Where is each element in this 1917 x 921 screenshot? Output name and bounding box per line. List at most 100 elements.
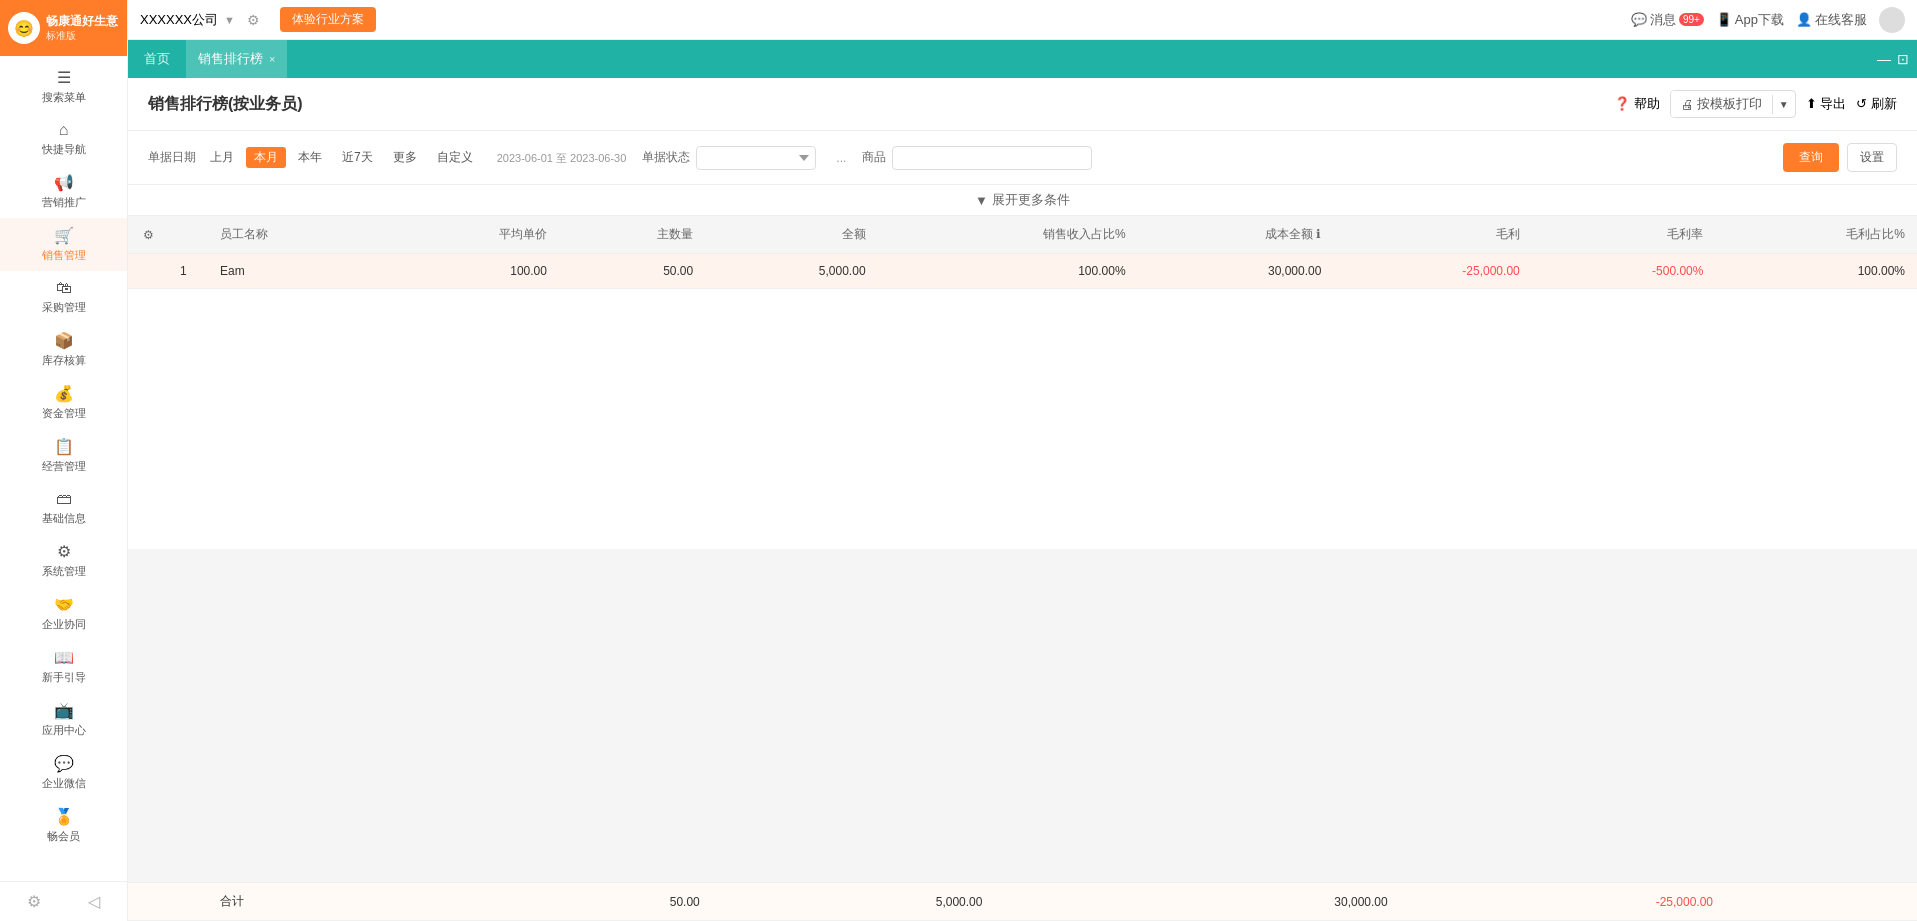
date-tab-7days[interactable]: 近7天 (334, 147, 381, 168)
footer-gross-rate (1725, 883, 1821, 921)
refresh-icon: ↺ (1856, 96, 1867, 111)
logo-text: 畅康通好生意 标准版 (46, 14, 118, 43)
col-settings[interactable]: ⚙ (128, 216, 168, 254)
footer-quantity: 50.00 (496, 883, 712, 921)
sidebar-item-quick-nav[interactable]: ⌂ 快捷导航 (0, 113, 127, 165)
gear-icon[interactable]: ⚙ (247, 12, 260, 28)
sidebar-item-label: 新手引导 (42, 670, 86, 685)
app-label: App下载 (1735, 11, 1784, 29)
data-table: ⚙ 员工名称 平均单价 主数量 全额 销售收入占比% 成本全额 ℹ 毛利 毛利率… (128, 216, 1917, 289)
status-select[interactable] (696, 146, 816, 170)
tab-label: 销售排行榜 (198, 50, 263, 68)
col-name: 员工名称 (208, 216, 383, 254)
sidebar-settings-icon[interactable]: ⚙ (27, 892, 41, 911)
print-button[interactable]: 🖨 按模板打印 (1671, 91, 1772, 117)
footer-amount: 5,000.00 (712, 883, 995, 921)
date-tab-more[interactable]: 更多 (385, 147, 425, 168)
sidebar-item-system[interactable]: ⚙ 系统管理 (0, 534, 127, 587)
cell-sales-pct: 100.00% (878, 254, 1138, 289)
tab-maximize-icon[interactable]: ⊡ (1897, 51, 1909, 67)
message-icon: 💬 (1631, 12, 1647, 27)
message-button[interactable]: 💬 消息 99+ (1631, 11, 1704, 29)
guide-icon: 📖 (54, 648, 74, 667)
sidebar-item-member[interactable]: 🏅 畅会员 (0, 799, 127, 852)
sidebar-item-label: 畅会员 (47, 829, 80, 844)
more-conditions-btn[interactable]: ... (836, 151, 846, 165)
footer-gross-pct (1821, 883, 1917, 921)
export-icon: ⬆ (1806, 96, 1817, 111)
app-download-button[interactable]: 📱 App下载 (1716, 11, 1784, 29)
page-title-row: 销售排行榜(按业务员) ❓ 帮助 🖨 按模板打印 ▼ ⬆ (148, 90, 1897, 118)
service-icon: 👤 (1796, 12, 1812, 27)
settings-button[interactable]: 设置 (1847, 143, 1897, 172)
sidebar-item-label: 经营管理 (42, 459, 86, 474)
service-label: 在线客服 (1815, 11, 1867, 29)
table-row: 1 Eam 100.00 50.00 5,000.00 100.00% 30,0… (128, 254, 1917, 289)
table-section: ⚙ 员工名称 平均单价 主数量 全额 销售收入占比% 成本全额 ℹ 毛利 毛利率… (128, 216, 1917, 549)
help-button[interactable]: ❓ 帮助 (1614, 95, 1660, 113)
tab-close-icon[interactable]: × (269, 53, 275, 65)
col-rank (168, 216, 208, 254)
sidebar-item-purchase[interactable]: 🛍 采购管理 (0, 271, 127, 323)
footer-cell-empty2 (168, 883, 208, 921)
user-avatar[interactable] (1879, 7, 1905, 33)
company-selector[interactable]: XXXXXX公司 ▼ (140, 11, 235, 29)
filter-row-1: 单据日期 上月 本月 本年 近7天 更多 自定义 2023-06-01 至 20… (148, 143, 1897, 172)
sidebar-item-basic-info[interactable]: 🗃 基础信息 (0, 482, 127, 534)
sidebar-item-wechat[interactable]: 💬 企业微信 (0, 746, 127, 799)
sidebar-item-marketing[interactable]: 📢 营销推广 (0, 165, 127, 218)
company-name: XXXXXX公司 (140, 11, 218, 29)
sidebar-footer: ⚙ ◁ (0, 881, 127, 921)
sidebar-item-label: 应用中心 (42, 723, 86, 738)
col-quantity: 主数量 (559, 216, 705, 254)
wechat-icon: 💬 (54, 754, 74, 773)
sidebar-item-sales[interactable]: 🛒 销售管理 (0, 218, 127, 271)
page-action-bar: ❓ 帮助 🖨 按模板打印 ▼ ⬆ 导出 (1614, 90, 1897, 118)
print-dropdown-arrow[interactable]: ▼ (1772, 95, 1795, 114)
sidebar-item-operations[interactable]: 📋 经营管理 (0, 429, 127, 482)
export-label: 导出 (1820, 96, 1846, 111)
tab-home[interactable]: 首页 (128, 40, 186, 78)
enterprise-icon: 🤝 (54, 595, 74, 614)
tab-minimize-icon[interactable]: — (1877, 51, 1891, 67)
sidebar-item-label: 快捷导航 (42, 142, 86, 157)
col-cost: 成本全额 ℹ (1138, 216, 1334, 254)
col-amount: 全额 (705, 216, 877, 254)
sidebar-item-app-center[interactable]: 📺 应用中心 (0, 693, 127, 746)
message-label: 消息 (1650, 11, 1676, 29)
search-button[interactable]: 查询 (1783, 143, 1839, 172)
cell-gross-pct: 100.00% (1715, 254, 1917, 289)
message-badge: 99+ (1679, 13, 1704, 26)
purchase-icon: 🛍 (56, 279, 72, 297)
footer-table: 合计 50.00 5,000.00 30,000.00 -25,000.00 (128, 883, 1917, 921)
sidebar-item-inventory[interactable]: 📦 库存核算 (0, 323, 127, 376)
tab-sales-ranking[interactable]: 销售排行榜 × (186, 40, 287, 78)
online-service-button[interactable]: 👤 在线客服 (1796, 11, 1867, 29)
search-orders-icon: ☰ (57, 68, 71, 87)
footer-cell-empty1 (128, 883, 168, 921)
trial-button[interactable]: 体验行业方案 (280, 7, 376, 32)
date-tab-this-month[interactable]: 本月 (246, 147, 286, 168)
col-gross: 毛利 (1333, 216, 1531, 254)
export-button[interactable]: ⬆ 导出 (1806, 95, 1847, 113)
help-icon: ❓ (1614, 96, 1630, 111)
sidebar-item-search-orders[interactable]: ☰ 搜索菜单 (0, 60, 127, 113)
date-tab-last-month[interactable]: 上月 (202, 147, 242, 168)
date-tab-custom[interactable]: 自定义 (429, 147, 481, 168)
refresh-button[interactable]: ↺ 刷新 (1856, 95, 1897, 113)
sidebar-item-label: 营销推广 (42, 195, 86, 210)
cell-cost: 30,000.00 (1138, 254, 1334, 289)
sidebar-collapse-icon[interactable]: ◁ (88, 892, 100, 911)
expand-conditions-row: ▼ 展开更多条件 (128, 185, 1917, 216)
status-filter: 单据状态 (642, 146, 816, 170)
sidebar-item-finance[interactable]: 💰 资金管理 (0, 376, 127, 429)
cell-avg-price: 100.00 (383, 254, 558, 289)
cell-settings (128, 254, 168, 289)
sidebar-item-enterprise[interactable]: 🤝 企业协同 (0, 587, 127, 640)
date-tab-this-year[interactable]: 本年 (290, 147, 330, 168)
app-icon: 📱 (1716, 12, 1732, 27)
footer-avg-price (400, 883, 496, 921)
goods-input[interactable] (892, 146, 1092, 170)
expand-conditions-button[interactable]: ▼ 展开更多条件 (975, 191, 1070, 209)
sidebar-item-guide[interactable]: 📖 新手引导 (0, 640, 127, 693)
